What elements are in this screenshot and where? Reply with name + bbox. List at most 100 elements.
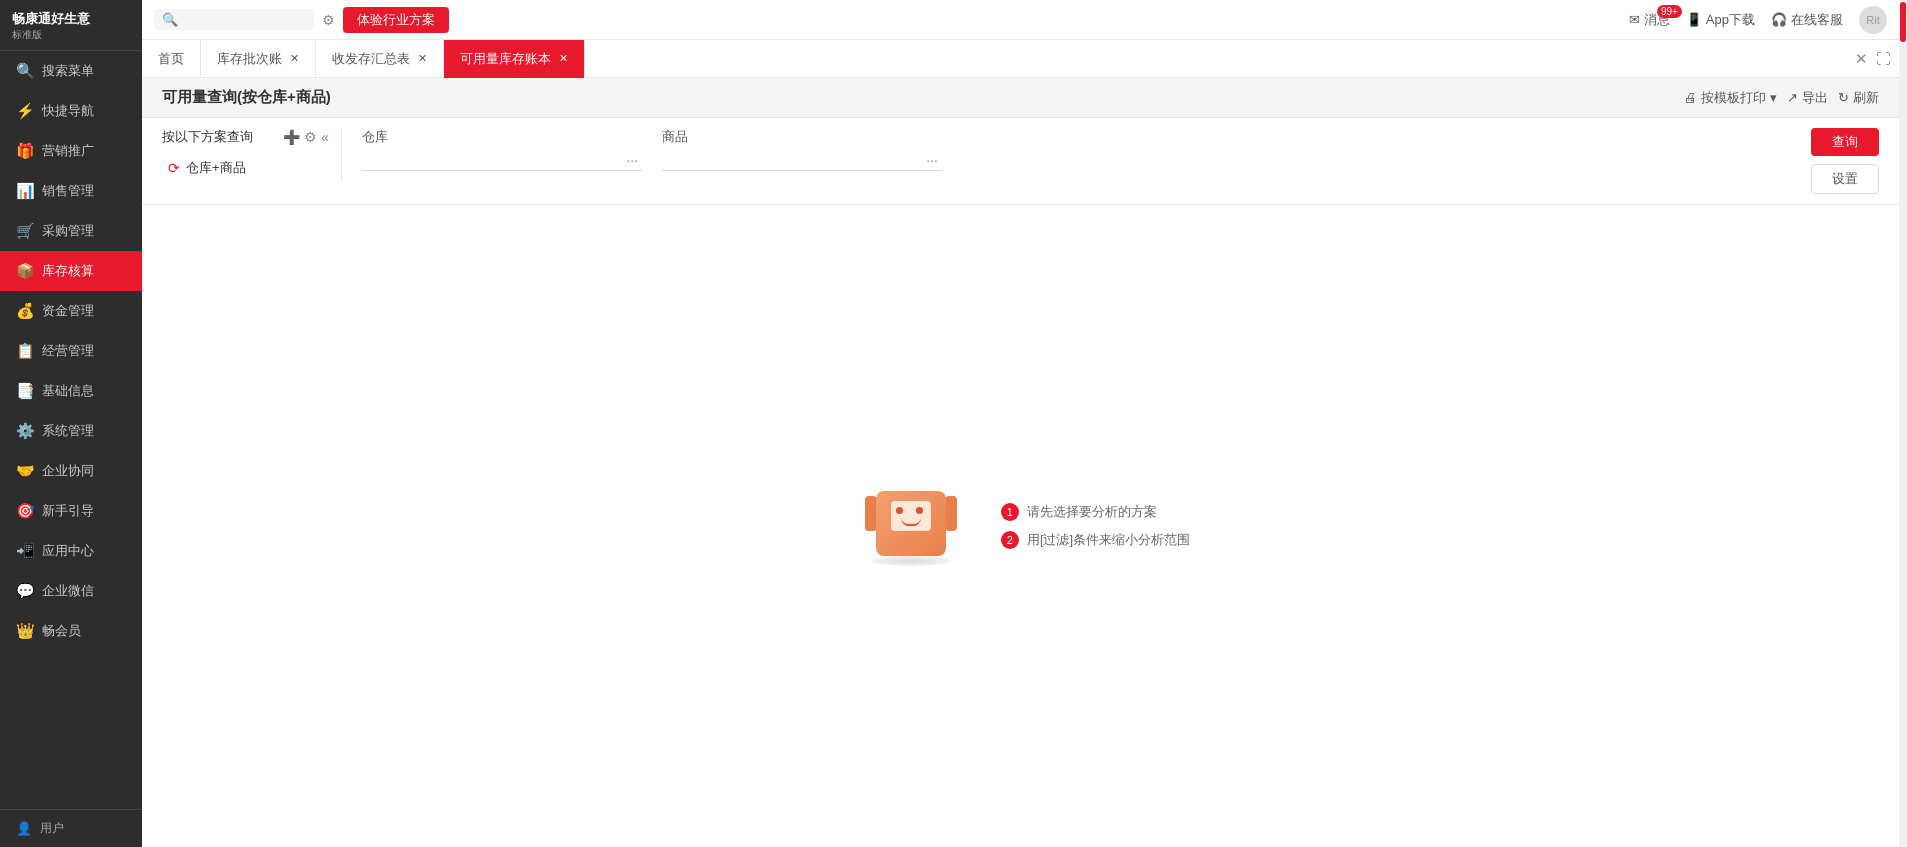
page-title: 可用量查询(按仓库+商品) xyxy=(162,88,331,107)
settings-scheme-icon[interactable]: ⚙ xyxy=(304,129,317,145)
warehouse-input[interactable] xyxy=(362,153,618,168)
settings-icon[interactable]: ⚙ xyxy=(322,12,335,28)
warehouse-more-btn[interactable]: ··· xyxy=(622,152,642,168)
right-scrollbar[interactable] xyxy=(1899,0,1907,847)
sidebar-item-label: 搜索菜单 xyxy=(42,62,94,80)
filter-field-goods: 商品 ··· xyxy=(662,128,942,171)
newbie-icon: 🎯 xyxy=(16,502,34,520)
robot-shadow xyxy=(871,556,951,566)
gift-icon: 🎁 xyxy=(16,142,34,160)
tab-available-ledger[interactable]: 可用量库存账本 ✕ xyxy=(444,40,585,78)
sidebar-item-shortcut[interactable]: ⚡ 快捷导航 xyxy=(0,91,142,131)
sidebar-item-system[interactable]: ⚙️ 系统管理 xyxy=(0,411,142,451)
export-icon: ↗ xyxy=(1787,90,1798,105)
warehouse-input-container: ··· xyxy=(362,150,642,171)
notification-icon: ✉ xyxy=(1629,12,1640,27)
refresh-btn[interactable]: ↻ 刷新 xyxy=(1838,89,1879,107)
sidebar-item-wechat[interactable]: 💬 企业微信 xyxy=(0,571,142,611)
sales-icon: 📊 xyxy=(16,182,34,200)
printer-icon: 🖨 xyxy=(1684,90,1697,105)
sidebar-scroll: 🔍 搜索菜单 ⚡ 快捷导航 🎁 营销推广 📊 销售管理 🛒 采购管理 📦 库存核… xyxy=(0,51,142,809)
sidebar-item-enterprise[interactable]: 🤝 企业协同 xyxy=(0,451,142,491)
filter-bar: 按以下方案查询 ➕ ⚙ « ⟳ 仓库+商品 仓库 xyxy=(142,118,1899,205)
export-btn[interactable]: ↗ 导出 xyxy=(1787,89,1828,107)
online-service-btn[interactable]: 🎧 在线客服 xyxy=(1771,11,1843,29)
sidebar-item-label: 系统管理 xyxy=(42,422,94,440)
sidebar-item-label: 经营管理 xyxy=(42,342,94,360)
finance-icon: 💰 xyxy=(16,302,34,320)
collapse-icon[interactable]: « xyxy=(321,129,329,145)
goods-input[interactable] xyxy=(662,153,918,168)
tab-batch-account[interactable]: 库存批次账 ✕ xyxy=(201,40,316,78)
shortcut-icon: ⚡ xyxy=(16,102,34,120)
setting-button[interactable]: 设置 xyxy=(1811,164,1879,194)
tab-home[interactable]: 首页 xyxy=(142,40,201,78)
scheme-item-label: 仓库+商品 xyxy=(186,159,246,177)
goods-label: 商品 xyxy=(662,128,942,146)
notification-btn[interactable]: ✉ 消息 99+ xyxy=(1629,11,1670,29)
tab-close-icon[interactable]: ✕ xyxy=(290,52,299,65)
scheme-item-warehouse-goods[interactable]: ⟳ 仓库+商品 xyxy=(162,154,329,182)
scrollbar-thumb[interactable] xyxy=(1900,2,1906,42)
sidebar: 畅康通好生意 标准版 🔍 搜索菜单 ⚡ 快捷导航 🎁 营销推广 📊 销售管理 🛒… xyxy=(0,0,142,847)
sidebar-item-newbie[interactable]: 🎯 新手引导 xyxy=(0,491,142,531)
user-avatar[interactable]: Rit xyxy=(1859,6,1887,34)
close-tab-icon[interactable]: ✕ xyxy=(1855,50,1868,68)
topbar-search[interactable]: 🔍 xyxy=(154,9,314,30)
filter-scheme-header: 按以下方案查询 ➕ ⚙ « xyxy=(162,128,329,146)
sidebar-item-label: 企业协同 xyxy=(42,462,94,480)
sidebar-item-basic-info[interactable]: 📑 基础信息 xyxy=(0,371,142,411)
sidebar-item-inventory[interactable]: 📦 库存核算 xyxy=(0,251,142,291)
content-area: 可用量查询(按仓库+商品) 🖨 按模板打印 ▾ ↗ 导出 ↻ 刷新 xyxy=(142,78,1899,847)
sidebar-item-finance[interactable]: 💰 资金管理 xyxy=(0,291,142,331)
app-download-label: App下载 xyxy=(1706,11,1755,29)
topbar: 🔍 ⚙ 体验行业方案 ✉ 消息 99+ 📱 App下载 🎧 在线客服 Rit xyxy=(142,0,1899,40)
add-scheme-icon[interactable]: ➕ xyxy=(283,129,300,145)
sidebar-item-label: 新手引导 xyxy=(42,502,94,520)
tab-close-icon[interactable]: ✕ xyxy=(418,52,427,65)
sidebar-bottom[interactable]: 👤 用户 xyxy=(0,809,142,847)
chevron-down-icon[interactable]: ▾ xyxy=(1770,90,1777,105)
sidebar-item-vip[interactable]: 👑 畅会员 xyxy=(0,611,142,651)
sidebar-item-app-center[interactable]: 📲 应用中心 xyxy=(0,531,142,571)
query-button[interactable]: 查询 xyxy=(1811,128,1879,156)
basic-info-icon: 📑 xyxy=(16,382,34,400)
app-center-icon: 📲 xyxy=(16,542,34,560)
tab-close-icon[interactable]: ✕ xyxy=(559,52,568,65)
tab-available-ledger-label: 可用量库存账本 xyxy=(460,50,551,68)
tab-receive-summary[interactable]: 收发存汇总表 ✕ xyxy=(316,40,444,78)
robot-ear-right xyxy=(945,496,957,531)
page-header-actions: 🖨 按模板打印 ▾ ↗ 导出 ↻ 刷新 xyxy=(1684,89,1879,107)
tab-batch-account-label: 库存批次账 xyxy=(217,50,282,68)
sidebar-item-label: 应用中心 xyxy=(42,542,94,560)
enterprise-icon: 🤝 xyxy=(16,462,34,480)
print-btn[interactable]: 🖨 按模板打印 ▾ xyxy=(1684,89,1777,107)
refresh-icon: ↻ xyxy=(1838,90,1849,105)
robot-face xyxy=(891,501,931,531)
sidebar-item-sales[interactable]: 📊 销售管理 xyxy=(0,171,142,211)
hint-1-text: 请先选择要分析的方案 xyxy=(1027,503,1157,521)
vip-icon: 👑 xyxy=(16,622,34,640)
app-download-btn[interactable]: 📱 App下载 xyxy=(1686,11,1755,29)
goods-more-btn[interactable]: ··· xyxy=(922,152,942,168)
refresh-label: 刷新 xyxy=(1853,89,1879,107)
main-area: 🔍 ⚙ 体验行业方案 ✉ 消息 99+ 📱 App下载 🎧 在线客服 Rit xyxy=(142,0,1899,847)
system-icon: ⚙️ xyxy=(16,422,34,440)
sidebar-item-operation[interactable]: 📋 经营管理 xyxy=(0,331,142,371)
page-header: 可用量查询(按仓库+商品) 🖨 按模板打印 ▾ ↗ 导出 ↻ 刷新 xyxy=(142,78,1899,118)
sidebar-item-label: 快捷导航 xyxy=(42,102,94,120)
user-name: Rit xyxy=(1866,14,1879,26)
wechat-icon: 💬 xyxy=(16,582,34,600)
app-title: 畅康通好生意 xyxy=(12,10,130,28)
online-service-label: 在线客服 xyxy=(1791,11,1843,29)
tabbar: 首页 库存批次账 ✕ 收发存汇总表 ✕ 可用量库存账本 ✕ ✕ ⛶ xyxy=(142,40,1899,78)
sidebar-item-search[interactable]: 🔍 搜索菜单 xyxy=(0,51,142,91)
sidebar-item-marketing[interactable]: 🎁 营销推广 xyxy=(0,131,142,171)
sidebar-item-purchase[interactable]: 🛒 采购管理 xyxy=(0,211,142,251)
sidebar-item-label: 采购管理 xyxy=(42,222,94,240)
sidebar-item-label: 销售管理 xyxy=(42,182,94,200)
query-buttons: 查询 设置 xyxy=(1791,128,1879,194)
maximize-icon[interactable]: ⛶ xyxy=(1876,50,1891,67)
search-input[interactable] xyxy=(182,13,302,27)
trial-button[interactable]: 体验行业方案 xyxy=(343,7,449,33)
